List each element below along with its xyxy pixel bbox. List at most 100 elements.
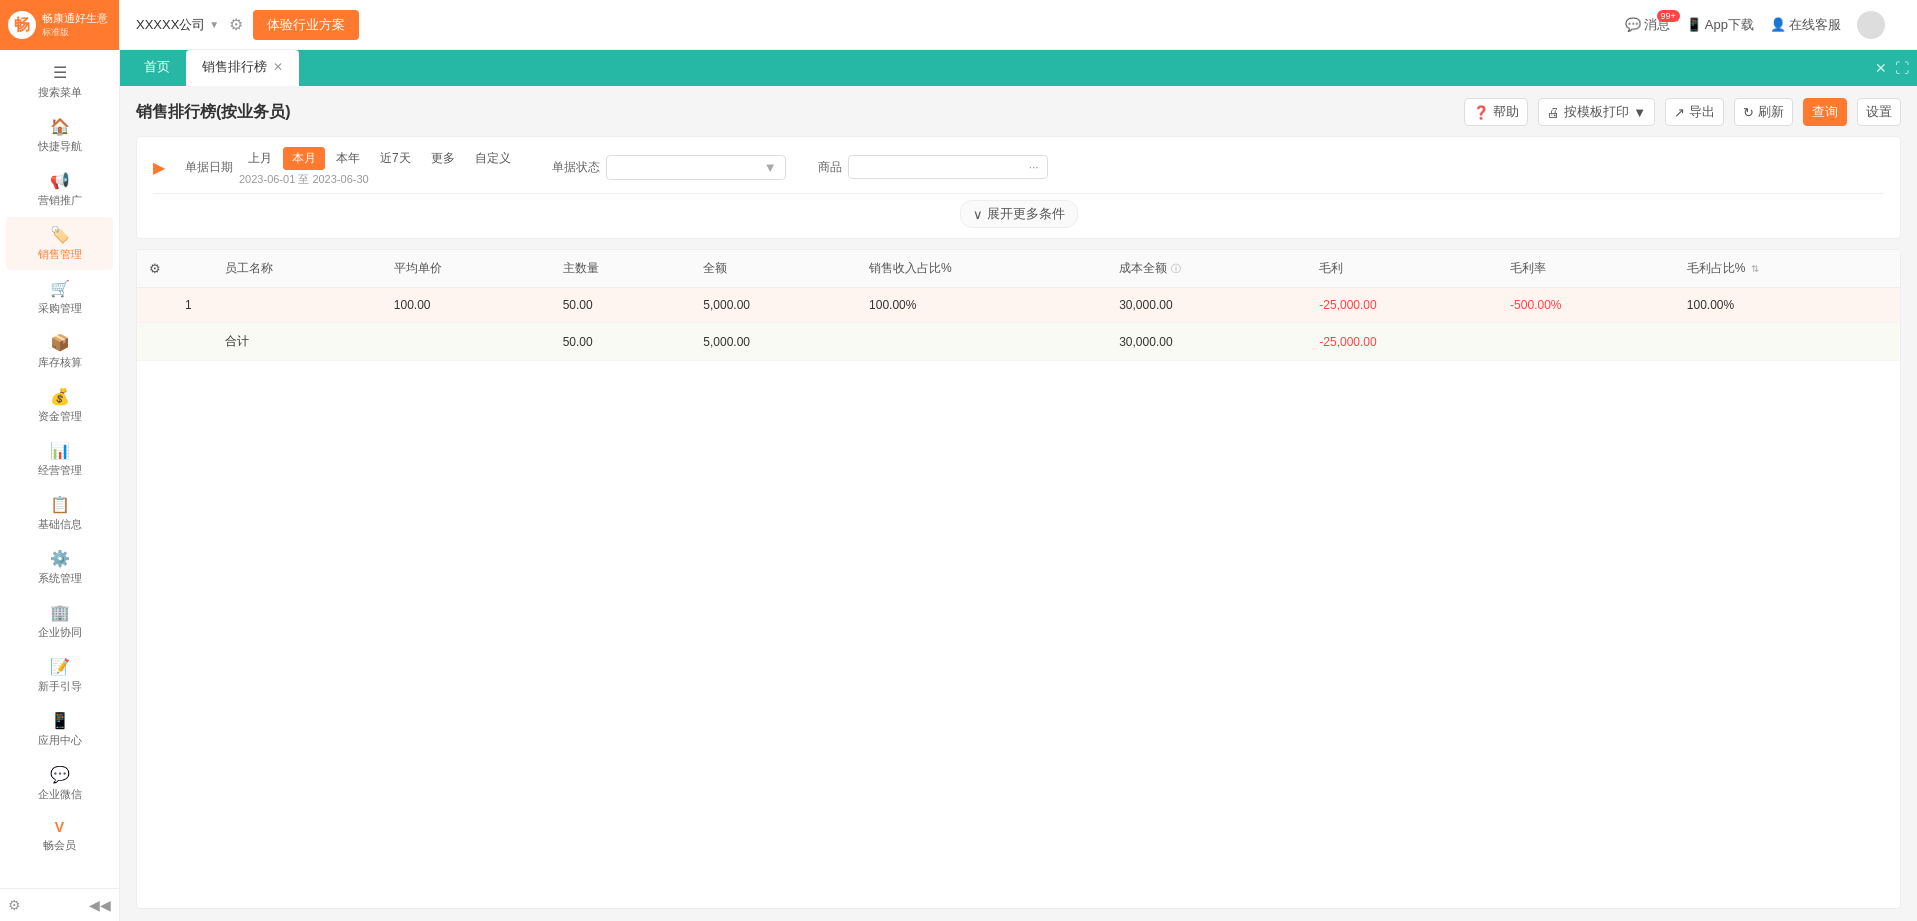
- gross-pct-sort-icon[interactable]: ⇅: [1751, 263, 1759, 274]
- main-area: XXXXX公司 ▼ ⚙ 体验行业方案 💬 消息 99+ 📱 App下载 👤 在线…: [120, 0, 1917, 921]
- home-icon: 🏠: [50, 117, 70, 136]
- enterprise-icon: 🏢: [50, 603, 70, 622]
- row-amount: 5,000.00: [691, 288, 857, 323]
- trial-button[interactable]: 体验行业方案: [253, 10, 359, 40]
- expand-more-button[interactable]: ∨ 展开更多条件: [960, 200, 1078, 228]
- goods-select-dots[interactable]: ···: [1029, 160, 1039, 174]
- sidebar-item-quick-nav[interactable]: 🏠 快捷导航: [6, 109, 113, 162]
- table-scroll-area[interactable]: ⚙ 员工名称 平均单价 主数量 全额 销售收入占比% 成本全额 ⓘ 毛利: [137, 250, 1900, 908]
- tab-home-label: 首页: [144, 58, 170, 76]
- sidebar-item-system[interactable]: ⚙️ 系统管理: [6, 541, 113, 594]
- col-settings[interactable]: ⚙: [137, 250, 173, 288]
- finance-icon: 💰: [50, 387, 70, 406]
- filter-area: ▶ 单据日期 上月 本月 本年 近7天 更多 自定义 2023-06-01 至: [136, 136, 1901, 239]
- settings-button[interactable]: 设置: [1857, 98, 1901, 126]
- sidebar-bottom: ⚙ ◀◀: [0, 888, 119, 921]
- sidebar-item-purchase[interactable]: 🛒 采购管理: [6, 271, 113, 324]
- app-download-button[interactable]: 📱 App下载: [1686, 16, 1754, 34]
- service-icon: 👤: [1770, 17, 1786, 32]
- marketing-icon: 📢: [50, 171, 70, 190]
- status-filter: 单据状态 ▼: [552, 155, 786, 180]
- tab-close-all-icon[interactable]: ✕: [1875, 60, 1887, 76]
- footer-rank: [173, 323, 213, 361]
- col-main-qty: 主数量: [551, 250, 692, 288]
- sidebar-item-finance[interactable]: 💰 资金管理: [6, 379, 113, 432]
- sidebar-logo: 畅 畅康通好生意 标准版: [0, 0, 119, 50]
- sidebar-item-enterprise[interactable]: 🏢 企业协同: [6, 595, 113, 648]
- date-btn-custom[interactable]: 自定义: [466, 147, 520, 170]
- date-btn-this-month[interactable]: 本月: [283, 147, 325, 170]
- sidebar-item-marketing[interactable]: 📢 营销推广: [6, 163, 113, 216]
- sidebar-item-basic-info[interactable]: 📋 基础信息: [6, 487, 113, 540]
- filter-divider: [153, 193, 1884, 194]
- row-rank: 1: [173, 288, 213, 323]
- query-button[interactable]: 查询: [1803, 98, 1847, 126]
- date-btn-7days[interactable]: 近7天: [371, 147, 420, 170]
- tab-home[interactable]: 首页: [128, 50, 186, 86]
- date-range-text: 2023-06-01 至 2023-06-30: [239, 172, 520, 187]
- logo-text: 畅康通好生意 标准版: [42, 11, 108, 38]
- date-btn-last-month[interactable]: 上月: [239, 147, 281, 170]
- goods-filter-label: 商品: [818, 159, 842, 176]
- sidebar-item-sales[interactable]: 🏷️ 销售管理: [6, 217, 113, 270]
- status-select[interactable]: ▼: [606, 155, 786, 180]
- footer-label: 合计: [213, 323, 382, 361]
- table-footer: 合计 50.00 5,000.00 30,000.00 -25,000.00: [137, 323, 1900, 361]
- tabbar: 首页 销售排行榜 ✕ ✕ ⛶: [120, 50, 1917, 86]
- app-center-icon: 📱: [50, 711, 70, 730]
- page-actions: ❓ 帮助 🖨 按模板打印 ▼ ↗ 导出 ↻ 刷新 查询: [1464, 98, 1901, 126]
- tab-close-icon[interactable]: ✕: [273, 60, 283, 74]
- date-btn-more[interactable]: 更多: [422, 147, 464, 170]
- page-content: 销售排行榜(按业务员) ❓ 帮助 🖨 按模板打印 ▼ ↗ 导出 ↻ 刷新: [120, 86, 1917, 921]
- sidebar-item-inventory[interactable]: 📦 库存核算: [6, 325, 113, 378]
- template-print-button[interactable]: 🖨 按模板打印 ▼: [1538, 98, 1655, 126]
- collapse-icon[interactable]: ◀◀: [89, 897, 111, 913]
- col-employee: 员工名称: [213, 250, 382, 288]
- guide-icon: 📝: [50, 657, 70, 676]
- date-btn-this-year[interactable]: 本年: [327, 147, 369, 170]
- sales-icon: 🏷️: [50, 225, 70, 244]
- sidebar-item-search-order[interactable]: ☰ 搜索菜单: [6, 55, 113, 108]
- footer-amount: 5,000.00: [691, 323, 857, 361]
- topbar-gear-icon[interactable]: ⚙: [229, 15, 243, 34]
- col-sales-pct: 销售收入占比%: [857, 250, 1107, 288]
- topbar: XXXXX公司 ▼ ⚙ 体验行业方案 💬 消息 99+ 📱 App下载 👤 在线…: [120, 0, 1917, 50]
- sidebar-item-operations[interactable]: 📊 经营管理: [6, 433, 113, 486]
- company-selector[interactable]: XXXXX公司 ▼: [136, 16, 219, 34]
- footer-settings: [137, 323, 173, 361]
- user-avatar[interactable]: [1857, 11, 1885, 39]
- tab-fullscreen-icon[interactable]: ⛶: [1895, 60, 1909, 76]
- sidebar-nav: ☰ 搜索菜单 🏠 快捷导航 📢 营销推广 🏷️ 销售管理 🛒 采购管理 📦 库存…: [0, 50, 119, 888]
- sidebar-item-wechat[interactable]: 💬 企业微信: [6, 757, 113, 810]
- operations-icon: 📊: [50, 441, 70, 460]
- service-label: 在线客服: [1789, 16, 1841, 34]
- goods-select[interactable]: ···: [848, 155, 1048, 179]
- table-row: 1 100.00 50.00 5,000.00 100.00% 30,000.0…: [137, 288, 1900, 323]
- message-button[interactable]: 💬 消息 99+: [1625, 16, 1670, 34]
- online-service-button[interactable]: 👤 在线客服: [1770, 16, 1841, 34]
- filter-toggle-icon[interactable]: ▶: [153, 158, 165, 177]
- row-gross-rate: -500.00%: [1498, 288, 1675, 323]
- row-gross: -25,000.00: [1307, 288, 1498, 323]
- help-button[interactable]: ❓ 帮助: [1464, 98, 1528, 126]
- footer-main-qty: 50.00: [551, 323, 692, 361]
- footer-gross: -25,000.00: [1307, 323, 1498, 361]
- status-filter-label: 单据状态: [552, 159, 600, 176]
- data-table-wrap: ⚙ 员工名称 平均单价 主数量 全额 销售收入占比% 成本全额 ⓘ 毛利: [136, 249, 1901, 909]
- tab-sales-rank[interactable]: 销售排行榜 ✕: [186, 50, 299, 86]
- footer-gross-pct: [1675, 323, 1900, 361]
- sidebar-item-app-center[interactable]: 📱 应用中心: [6, 703, 113, 756]
- cost-info-icon[interactable]: ⓘ: [1171, 263, 1181, 274]
- settings-bottom-icon[interactable]: ⚙: [8, 897, 21, 913]
- export-button[interactable]: ↗ 导出: [1665, 98, 1724, 126]
- app-icon: 📱: [1686, 17, 1702, 32]
- inventory-icon: 📦: [50, 333, 70, 352]
- refresh-button[interactable]: ↻ 刷新: [1734, 98, 1793, 126]
- col-settings-icon[interactable]: ⚙: [149, 261, 161, 276]
- company-name: XXXXX公司: [136, 16, 205, 34]
- sidebar-item-guide[interactable]: 📝 新手引导: [6, 649, 113, 702]
- sidebar-item-member[interactable]: V 畅会员: [6, 811, 113, 861]
- message-badge: 99+: [1657, 10, 1680, 22]
- message-icon: 💬: [1625, 17, 1641, 32]
- date-buttons: 上月 本月 本年 近7天 更多 自定义: [239, 147, 520, 170]
